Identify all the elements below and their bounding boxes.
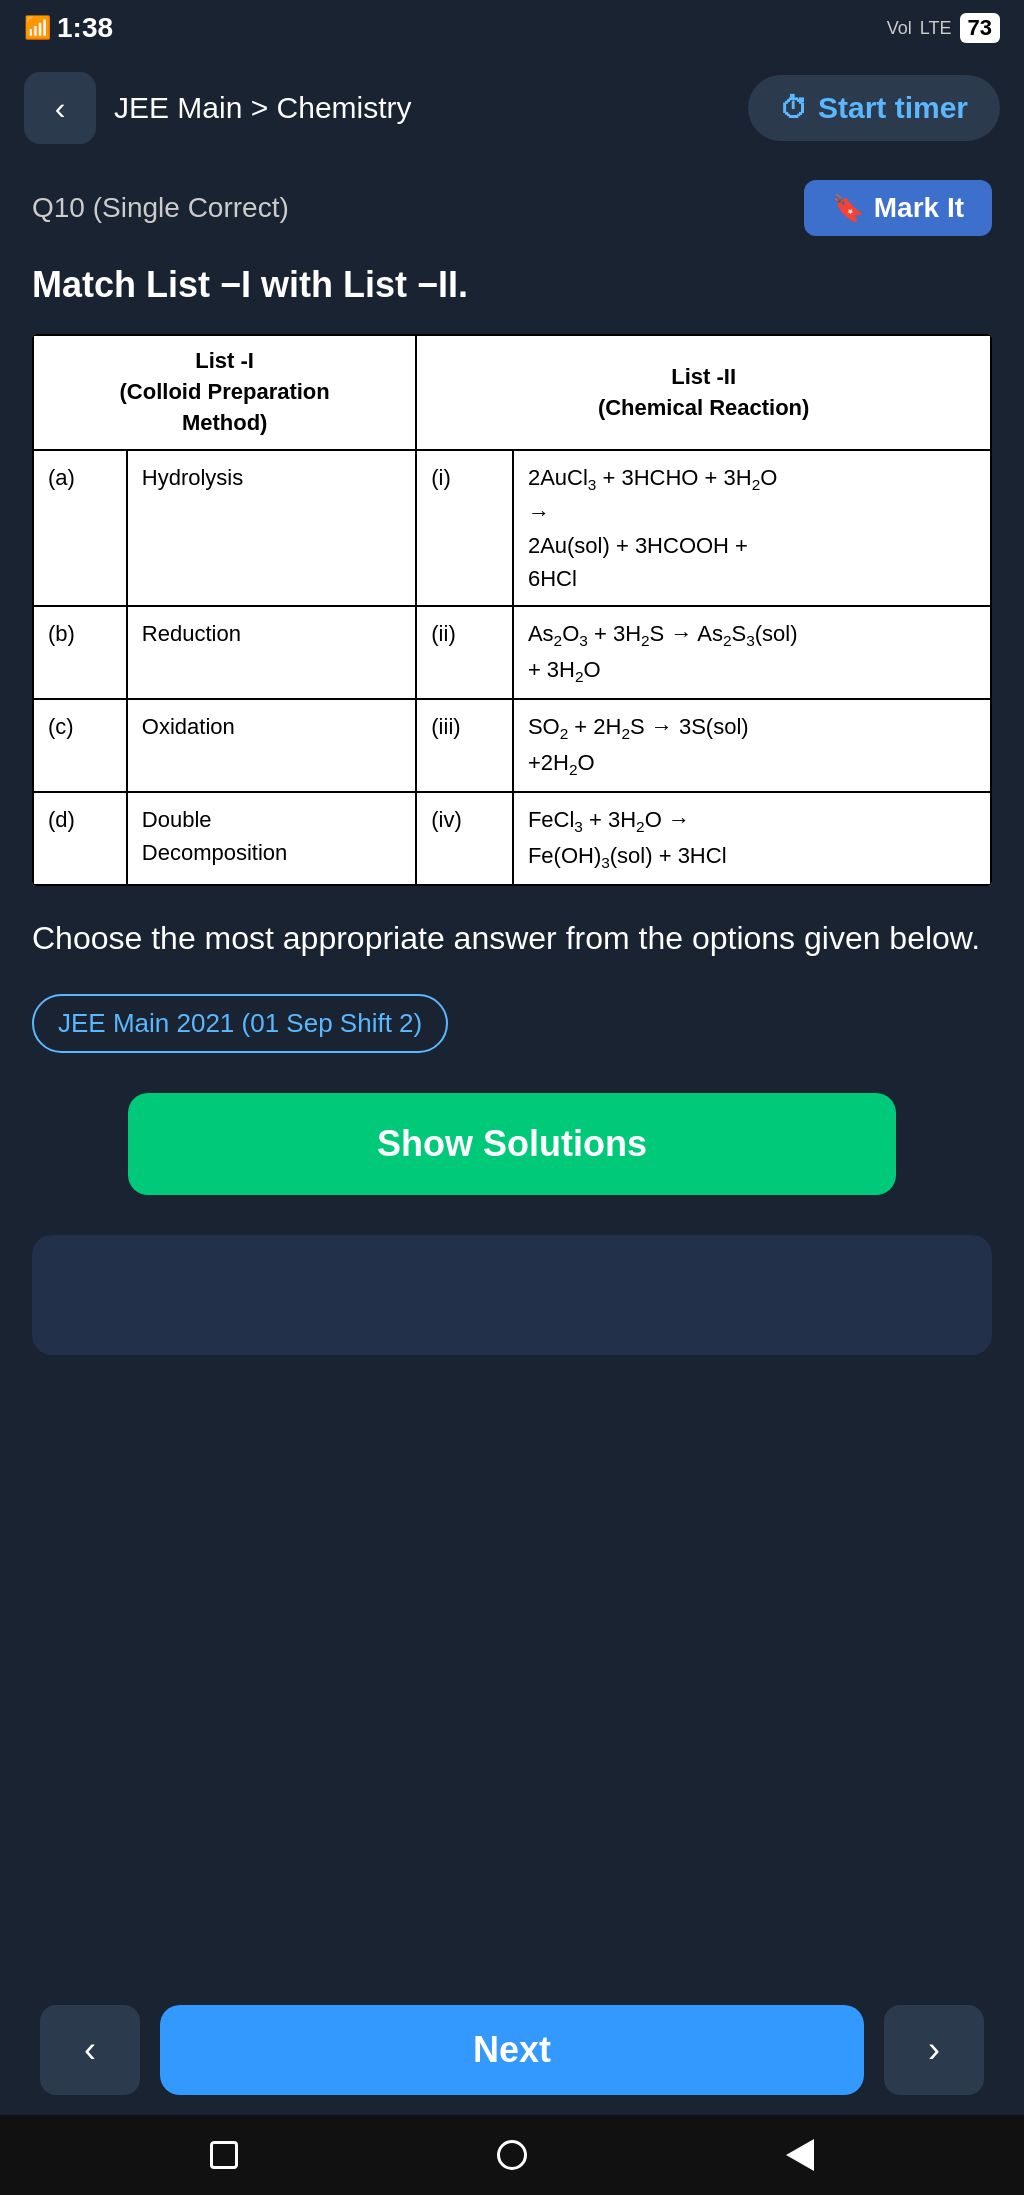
signal-icon: 📶	[24, 15, 51, 41]
android-home-button[interactable]	[487, 2130, 537, 2180]
row-a-label: (a)	[33, 450, 127, 607]
row-b-reaction: As2O3 + 3H2S → As2S3(sol) + 3H2O	[513, 606, 991, 699]
table-row: (b) Reduction (ii) As2O3 + 3H2S → As2S3(…	[33, 606, 991, 699]
android-nav-bar	[0, 2115, 1024, 2195]
mark-it-button[interactable]: 🔖 Mark It	[804, 180, 992, 236]
match-table: List -I(Colloid PreparationMethod) List …	[32, 334, 992, 886]
status-left: 📶 1:38	[24, 12, 113, 44]
match-table-container: List -I(Colloid PreparationMethod) List …	[32, 334, 992, 886]
next-right-button[interactable]: ›	[884, 2005, 984, 2095]
row-d-reaction: FeCl3 + 3H2O → Fe(OH)3(sol) + 3HCl	[513, 792, 991, 885]
status-bar: 📶 1:38 Vol LTE 73	[0, 0, 1024, 52]
row-c-label: (c)	[33, 699, 127, 792]
options-area	[32, 1235, 992, 1355]
row-a-reaction: 2AuCl3 + 3HCHO + 3H2O → 2Au(sol) + 3HCOO…	[513, 450, 991, 607]
sub-text: Choose the most appropriate answer from …	[32, 914, 992, 962]
table-row: (c) Oxidation (iii) SO2 + 2H2S → 3S(sol)…	[33, 699, 991, 792]
start-timer-button[interactable]: ⏱ Start timer	[748, 75, 1000, 141]
header-title: JEE Main > Chemistry	[114, 91, 730, 125]
row-d-text: DoubleDecomposition	[127, 792, 417, 885]
table-row: (a) Hydrolysis (i) 2AuCl3 + 3HCHO + 3H2O…	[33, 450, 991, 607]
android-back-button[interactable]	[775, 2130, 825, 2180]
prev-icon: ‹	[84, 2029, 96, 2071]
square-icon	[210, 2141, 238, 2169]
question-header: Q10 (Single Correct) 🔖 Mark It	[32, 180, 992, 236]
row-c-num: (iii)	[416, 699, 513, 792]
previous-button[interactable]: ‹	[40, 2005, 140, 2095]
row-c-text: Oxidation	[127, 699, 417, 792]
row-b-text: Reduction	[127, 606, 417, 699]
circle-icon	[497, 2140, 527, 2170]
table-header-list1: List -I(Colloid PreparationMethod)	[33, 335, 416, 449]
next-button[interactable]: Next	[160, 2005, 864, 2095]
vol-label: Vol	[887, 18, 912, 39]
row-c-reaction: SO2 + 2H2S → 3S(sol) +2H2O	[513, 699, 991, 792]
row-a-num: (i)	[416, 450, 513, 607]
source-tag: JEE Main 2021 (01 Sep Shift 2)	[32, 994, 448, 1053]
row-d-num: (iv)	[416, 792, 513, 885]
bottom-navigation: ‹ Next ›	[0, 1985, 1024, 2115]
row-b-label: (b)	[33, 606, 127, 699]
question-label: Q10 (Single Correct)	[32, 192, 289, 224]
table-row: (d) DoubleDecomposition (iv) FeCl3 + 3H2…	[33, 792, 991, 885]
back-button[interactable]: ‹	[24, 72, 96, 144]
status-time: 1:38	[57, 12, 113, 44]
header: ‹ JEE Main > Chemistry ⏱ Start timer	[0, 52, 1024, 164]
timer-icon: ⏱	[780, 92, 808, 125]
triangle-icon	[786, 2139, 814, 2171]
bookmark-icon: 🔖	[832, 193, 864, 224]
status-right: Vol LTE 73	[887, 13, 1000, 43]
row-a-text: Hydrolysis	[127, 450, 417, 607]
android-square-button[interactable]	[199, 2130, 249, 2180]
next-icon: ›	[928, 2029, 940, 2071]
row-d-label: (d)	[33, 792, 127, 885]
timer-label: Start timer	[818, 91, 968, 125]
show-solutions-button[interactable]: Show Solutions	[128, 1093, 896, 1195]
question-text: Match List −I with List −II.	[32, 260, 992, 310]
content-area: Q10 (Single Correct) 🔖 Mark It Match Lis…	[0, 164, 1024, 1611]
row-b-num: (ii)	[416, 606, 513, 699]
battery-indicator: 73	[960, 13, 1000, 43]
back-icon: ‹	[55, 90, 66, 127]
lte-label: LTE	[920, 18, 952, 39]
table-header-list2: List -II(Chemical Reaction)	[416, 335, 991, 449]
mark-it-label: Mark It	[874, 192, 964, 224]
